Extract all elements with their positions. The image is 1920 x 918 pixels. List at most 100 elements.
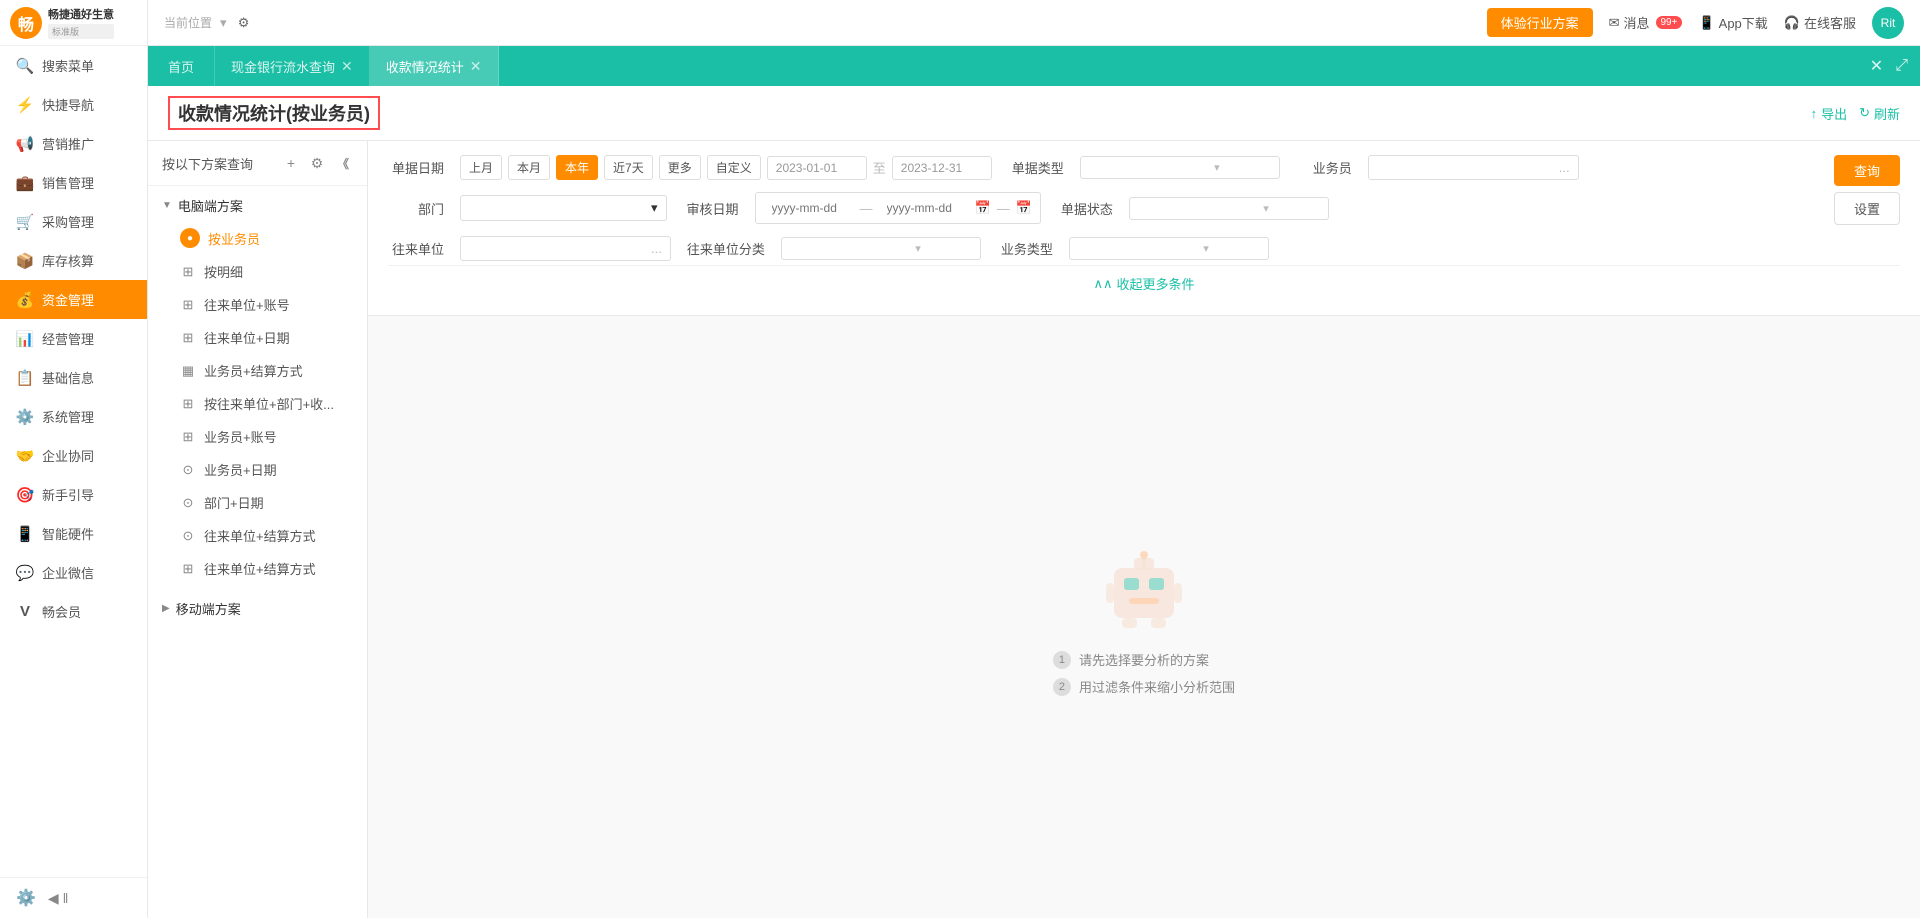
query-btn[interactable]: 查询 bbox=[1834, 155, 1900, 186]
sidebar: 畅 畅捷通好生意 标准版 🔍 搜索菜单 ⚡ 快捷导航 📢 营销推广 💼 销售管理… bbox=[0, 0, 148, 918]
counterparty-cat-label: 往来单位分类 bbox=[687, 239, 765, 258]
date-btn-this-month[interactable]: 本月 bbox=[508, 155, 550, 180]
review-date-cal-end-icon[interactable]: 📅 bbox=[1016, 200, 1032, 216]
filter-area: 单据日期 上月 本月 本年 近7天 更多 自定义 至 bbox=[368, 141, 1920, 316]
review-date-start-input[interactable] bbox=[764, 197, 854, 219]
salesperson-text-input[interactable] bbox=[1377, 160, 1553, 175]
content-area: 按以下方案查询 + ⚙ 《 ▼ 电脑端方案 ● bbox=[148, 141, 1920, 918]
tab-collection-stat-close[interactable]: ✕ bbox=[470, 58, 482, 75]
date-btn-more[interactable]: 更多 bbox=[659, 155, 701, 180]
counterparty-dots-icon[interactable]: ... bbox=[651, 241, 662, 256]
tab-collection-stat[interactable]: 收款情况统计 ✕ bbox=[370, 46, 499, 86]
export-btn[interactable]: ↑ 导出 bbox=[1811, 104, 1848, 123]
plan-item-unit-dept[interactable]: ⊞ 按往来单位+部门+收... bbox=[148, 387, 367, 420]
sidebar-item-label: 企业协同 bbox=[42, 446, 94, 465]
date-start-input[interactable] bbox=[767, 156, 867, 180]
mobile-group-header[interactable]: ▶ 移动端方案 bbox=[148, 593, 367, 624]
trial-btn[interactable]: 体验行业方案 bbox=[1487, 8, 1593, 37]
salesperson-input[interactable]: ... bbox=[1368, 155, 1579, 180]
tab-home-label: 首页 bbox=[168, 57, 194, 76]
sidebar-item-marketing[interactable]: 📢 营销推广 bbox=[0, 124, 147, 163]
date-btn-this-year[interactable]: 本年 bbox=[556, 155, 598, 180]
sidebar-item-guide[interactable]: 🎯 新手引导 bbox=[0, 475, 147, 514]
plan-item-salesperson-account[interactable]: ⊞ 业务员+账号 bbox=[148, 420, 367, 453]
header-right: 体验行业方案 ✉ 消息 99+ 📱 App下载 🎧 在线客服 Rit bbox=[1487, 7, 1904, 39]
plan-item-icon: ⊞ bbox=[180, 429, 196, 445]
panel-add-icon[interactable]: + bbox=[281, 153, 301, 173]
plan-item-salesperson-settle[interactable]: ▦ 业务员+结算方式 bbox=[148, 354, 367, 387]
plan-item-by-detail[interactable]: ⊞ 按明细 bbox=[148, 255, 367, 288]
counterparty-input[interactable]: ... bbox=[460, 236, 671, 261]
sidebar-item-system[interactable]: ⚙️ 系统管理 bbox=[0, 397, 147, 436]
sidebar-item-operation[interactable]: 📊 经营管理 bbox=[0, 319, 147, 358]
panel-settings-icon[interactable]: ⚙ bbox=[307, 153, 327, 173]
doc-type-select[interactable]: ▾ bbox=[1080, 156, 1280, 179]
date-btn-custom[interactable]: 自定义 bbox=[707, 155, 761, 180]
app-download-label: App下载 bbox=[1719, 13, 1768, 32]
sidebar-collapse-icon[interactable]: ◀ ‖ bbox=[48, 890, 68, 907]
plan-item-salesperson-date[interactable]: ⊙ 业务员+日期 bbox=[148, 453, 367, 486]
refresh-btn[interactable]: ↻ 刷新 bbox=[1859, 104, 1900, 123]
tab-close-all-icon[interactable]: ✕ bbox=[1870, 56, 1883, 76]
date-btn-last-month[interactable]: 上月 bbox=[460, 155, 502, 180]
panel-collapse-icon[interactable]: 《 bbox=[333, 153, 353, 173]
app-download-btn[interactable]: 📱 App下载 bbox=[1698, 13, 1767, 32]
empty-robot-icon bbox=[1094, 538, 1194, 638]
review-date-range[interactable]: — 📅 — 📅 bbox=[755, 192, 1041, 224]
counterparty-cat-select[interactable]: ▾ bbox=[781, 237, 981, 260]
user-avatar[interactable]: Rit bbox=[1872, 7, 1904, 39]
plan-item-icon: ⊞ bbox=[180, 561, 196, 577]
header-chevron-icon[interactable]: ▾ bbox=[220, 15, 227, 31]
date-end-input[interactable] bbox=[892, 156, 992, 180]
counterparty-text-input[interactable] bbox=[469, 241, 645, 256]
export-icon: ↑ bbox=[1811, 106, 1818, 121]
desktop-group-label: 电脑端方案 bbox=[178, 196, 243, 215]
sidebar-item-corp[interactable]: 🤝 企业协同 bbox=[0, 436, 147, 475]
finance-icon: 💰 bbox=[16, 291, 34, 309]
tab-bar-actions: ✕ ⤢ bbox=[1858, 46, 1920, 86]
header-gear-icon[interactable]: ⚙ bbox=[235, 14, 253, 32]
plan-item-by-salesperson[interactable]: ● 按业务员 bbox=[148, 221, 367, 255]
sidebar-settings-icon[interactable]: ⚙️ bbox=[16, 888, 36, 908]
sidebar-item-search[interactable]: 🔍 搜索菜单 bbox=[0, 46, 147, 85]
dept-chevron-icon: ▾ bbox=[651, 200, 658, 216]
online-service-btn[interactable]: 🎧 在线客服 bbox=[1784, 13, 1856, 32]
sidebar-item-inventory[interactable]: 📦 库存核算 bbox=[0, 241, 147, 280]
review-date-end-input[interactable] bbox=[879, 197, 969, 219]
dept-text-input[interactable] bbox=[469, 201, 645, 216]
sidebar-item-hardware[interactable]: 📱 智能硬件 bbox=[0, 514, 147, 553]
sidebar-item-member[interactable]: V 畅会员 bbox=[0, 592, 147, 631]
tab-expand-icon[interactable]: ⤢ bbox=[1895, 57, 1908, 75]
filter-settings-btn[interactable]: 设置 bbox=[1834, 192, 1900, 225]
salesperson-dots-icon[interactable]: ... bbox=[1559, 160, 1570, 175]
plan-item-bar-icon: ▦ bbox=[180, 363, 196, 379]
plan-item-label: 往来单位+结算方式 bbox=[204, 526, 316, 545]
plan-item-unit-settle2[interactable]: ⊞ 往来单位+结算方式 bbox=[148, 552, 367, 585]
plan-item-dept-date[interactable]: ⊙ 部门+日期 bbox=[148, 486, 367, 519]
sidebar-item-finance[interactable]: 💰 资金管理 bbox=[0, 280, 147, 319]
biz-type-select[interactable]: ▾ bbox=[1069, 237, 1269, 260]
sidebar-item-quick-nav[interactable]: ⚡ 快捷导航 bbox=[0, 85, 147, 124]
desktop-group-header[interactable]: ▼ 电脑端方案 bbox=[148, 190, 367, 221]
message-btn[interactable]: ✉ 消息 99+ bbox=[1609, 13, 1683, 32]
sidebar-item-wechat[interactable]: 💬 企业微信 bbox=[0, 553, 147, 592]
dept-input[interactable]: ▾ bbox=[460, 195, 667, 221]
collapse-btn[interactable]: ∧∧ 收起更多条件 bbox=[388, 265, 1900, 301]
date-range-separator: 至 bbox=[873, 158, 886, 177]
sidebar-item-purchase[interactable]: 🛒 采购管理 bbox=[0, 202, 147, 241]
sidebar-item-basic[interactable]: 📋 基础信息 bbox=[0, 358, 147, 397]
tip-text-2: 用过滤条件来缩小分析范围 bbox=[1079, 677, 1235, 696]
tab-bank-flow-close[interactable]: ✕ bbox=[341, 58, 353, 75]
filter-row-3: 往来单位 ... 往来单位分类 ▾ bbox=[388, 236, 1818, 261]
tab-bank-flow[interactable]: 现金银行流水查询 ✕ bbox=[215, 46, 370, 86]
online-service-label: 在线客服 bbox=[1804, 13, 1856, 32]
doc-status-select[interactable]: ▾ bbox=[1129, 197, 1329, 220]
tab-home[interactable]: 首页 bbox=[148, 46, 215, 86]
plan-item-unit-date[interactable]: ⊞ 往来单位+日期 bbox=[148, 321, 367, 354]
sidebar-item-sales[interactable]: 💼 销售管理 bbox=[0, 163, 147, 202]
plan-item-unit-settle1[interactable]: ⊙ 往来单位+结算方式 bbox=[148, 519, 367, 552]
date-btn-last-7[interactable]: 近7天 bbox=[604, 155, 653, 180]
review-date-cal-start-icon[interactable]: 📅 bbox=[975, 200, 991, 216]
sidebar-item-label: 系统管理 bbox=[42, 407, 94, 426]
plan-item-unit-account[interactable]: ⊞ 往来单位+账号 bbox=[148, 288, 367, 321]
